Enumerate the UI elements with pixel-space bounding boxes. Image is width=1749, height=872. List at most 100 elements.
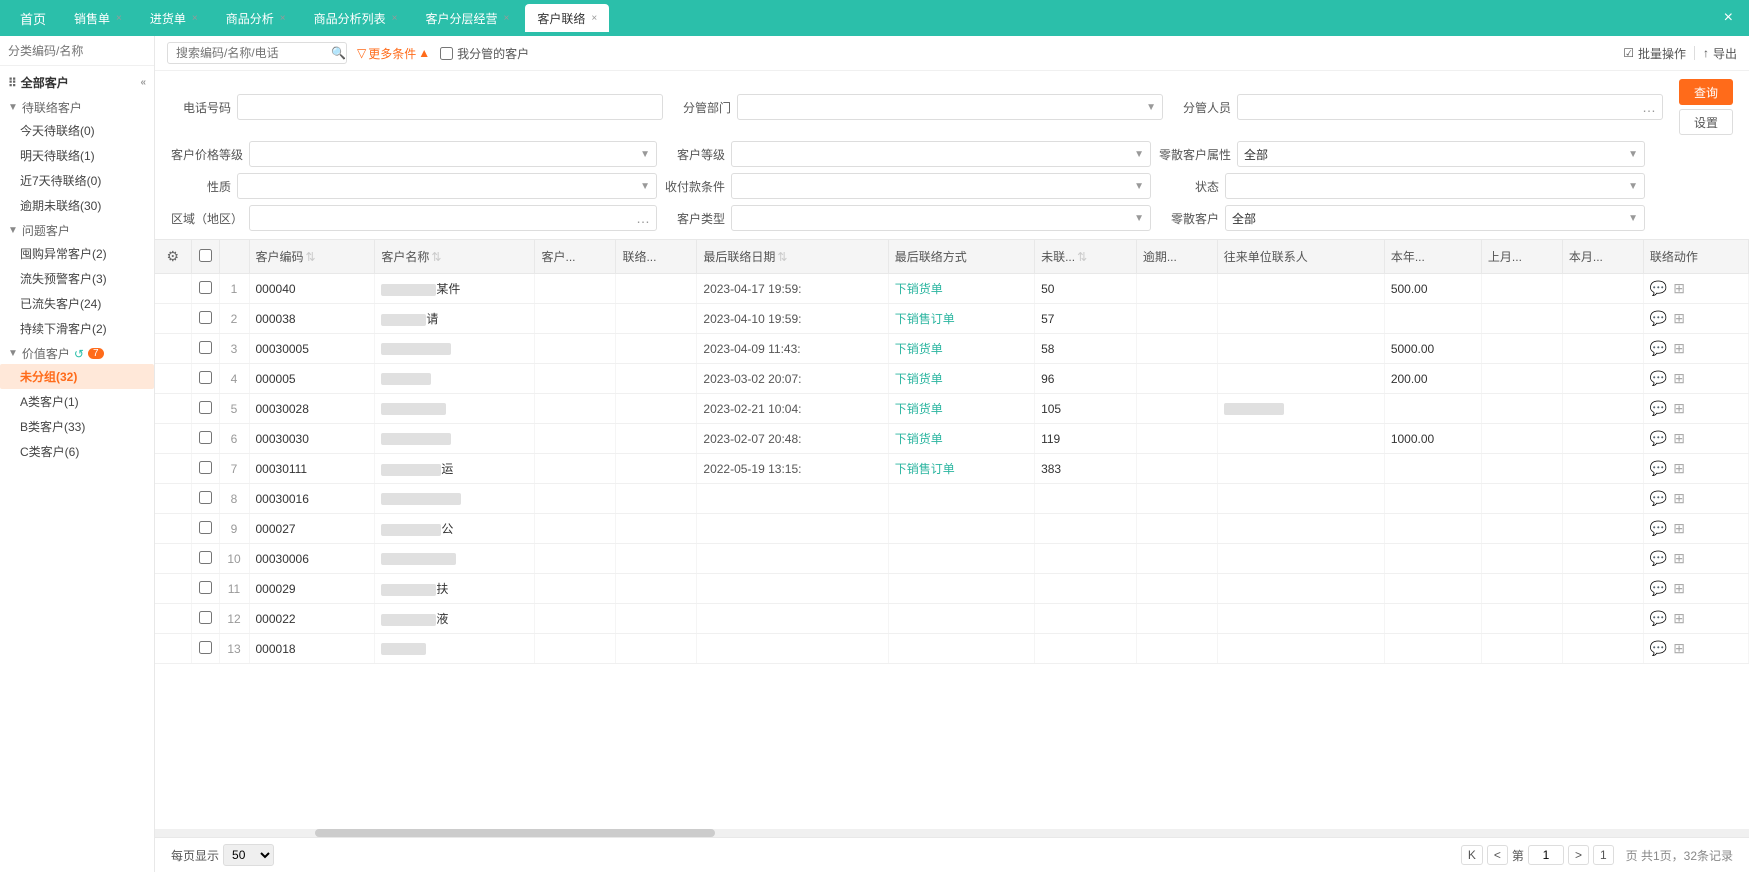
- comment-icon[interactable]: 💬: [1650, 580, 1667, 597]
- batch-ops-btn[interactable]: ☑ 批量操作: [1623, 45, 1686, 62]
- nav-tab-customer-segment[interactable]: 客户分层经营 ×: [413, 4, 521, 32]
- sidebar-search-input[interactable]: [8, 44, 155, 58]
- page-size-select[interactable]: 50 100 200: [223, 844, 274, 866]
- collapse-sidebar-icon[interactable]: «: [140, 77, 146, 88]
- page-number-input[interactable]: [1528, 845, 1564, 865]
- comment-icon[interactable]: 💬: [1650, 550, 1667, 567]
- my-customers-toggle[interactable]: 我分管的客户: [440, 45, 529, 62]
- qrcode-icon[interactable]: ⊞: [1673, 490, 1685, 507]
- close-tab-purchase[interactable]: ×: [192, 13, 198, 24]
- col-customer-name[interactable]: 客户名称⇅: [375, 240, 535, 274]
- row-checkbox[interactable]: [191, 424, 219, 454]
- sidebar-group-value[interactable]: ▼ 价值客户 ↺ 7: [0, 341, 154, 364]
- row-checkbox[interactable]: [191, 394, 219, 424]
- qrcode-icon[interactable]: ⊞: [1673, 370, 1685, 387]
- sidebar-item-overdue[interactable]: 逾期未联络(30): [0, 193, 154, 218]
- qrcode-icon[interactable]: ⊞: [1673, 580, 1685, 597]
- nav-tab-analysis-list[interactable]: 商品分析列表 ×: [302, 4, 410, 32]
- comment-icon[interactable]: 💬: [1650, 610, 1667, 627]
- comment-icon[interactable]: 💬: [1650, 460, 1667, 477]
- select-payment[interactable]: ▼: [731, 173, 1151, 199]
- last-page-btn[interactable]: 1: [1593, 845, 1614, 865]
- select-person[interactable]: …: [1237, 94, 1663, 120]
- settings-icon[interactable]: ⚙: [166, 248, 179, 264]
- close-tab-customer-segment[interactable]: ×: [503, 13, 509, 24]
- comment-icon[interactable]: 💬: [1650, 370, 1667, 387]
- horizontal-scrollbar[interactable]: [155, 829, 1749, 837]
- all-customers-header[interactable]: ⠿ 全部客户 «: [0, 66, 154, 95]
- row-checkbox[interactable]: [191, 454, 219, 484]
- comment-icon[interactable]: 💬: [1650, 430, 1667, 447]
- select-sparse[interactable]: 全部 ▼: [1225, 205, 1645, 231]
- row-checkbox[interactable]: [191, 274, 219, 304]
- sidebar-item-class-b[interactable]: B类客户(33): [0, 414, 154, 439]
- select-all-checkbox[interactable]: [199, 249, 212, 262]
- close-all-button[interactable]: ×: [1716, 9, 1741, 27]
- comment-icon[interactable]: 💬: [1650, 340, 1667, 357]
- col-no-contact[interactable]: 未联...⇅: [1035, 240, 1137, 274]
- row-checkbox[interactable]: [191, 544, 219, 574]
- sidebar-group-pending[interactable]: ▼ 待联络客户: [0, 95, 154, 118]
- qrcode-icon[interactable]: ⊞: [1673, 520, 1685, 537]
- search-button[interactable]: 查询: [1679, 79, 1733, 105]
- search-icon[interactable]: 🔍: [331, 46, 346, 60]
- prev-page-btn[interactable]: <: [1487, 845, 1508, 865]
- close-tab-analysis[interactable]: ×: [280, 13, 286, 24]
- nav-home[interactable]: 首页: [8, 4, 58, 32]
- comment-icon[interactable]: 💬: [1650, 640, 1667, 657]
- search-input[interactable]: [176, 46, 331, 60]
- select-price-level[interactable]: ▼: [249, 141, 657, 167]
- sidebar-item-today[interactable]: 今天待联络(0): [0, 118, 154, 143]
- sidebar-item-abnormal[interactable]: 囤购异常客户(2): [0, 241, 154, 266]
- scrollbar-thumb[interactable]: [315, 829, 715, 837]
- sidebar-item-churned[interactable]: 已流失客户(24): [0, 291, 154, 316]
- sidebar-item-class-a[interactable]: A类客户(1): [0, 389, 154, 414]
- sidebar-item-ungrouped[interactable]: 未分组(32): [0, 364, 154, 389]
- qrcode-icon[interactable]: ⊞: [1673, 460, 1685, 477]
- sidebar-item-churn-warning[interactable]: 流失预警客户(3): [0, 266, 154, 291]
- col-settings[interactable]: ⚙: [155, 240, 191, 274]
- sidebar-item-7days[interactable]: 近7天待联络(0): [0, 168, 154, 193]
- sidebar-item-class-c[interactable]: C类客户(6): [0, 439, 154, 464]
- select-dept[interactable]: ▼: [737, 94, 1163, 120]
- row-checkbox[interactable]: [191, 484, 219, 514]
- nav-tab-sales[interactable]: 销售单 ×: [62, 4, 134, 32]
- row-checkbox[interactable]: [191, 574, 219, 604]
- next-page-btn[interactable]: >: [1568, 845, 1589, 865]
- comment-icon[interactable]: 💬: [1650, 400, 1667, 417]
- nav-tab-analysis[interactable]: 商品分析 ×: [214, 4, 298, 32]
- select-status[interactable]: ▼: [1225, 173, 1645, 199]
- dots-person[interactable]: …: [1642, 99, 1656, 115]
- row-checkbox[interactable]: [191, 604, 219, 634]
- more-conditions-btn[interactable]: ▽ 更多条件 ▲: [357, 45, 430, 62]
- reset-button[interactable]: 设置: [1679, 109, 1733, 135]
- col-customer-code[interactable]: 客户编码⇅: [249, 240, 375, 274]
- row-checkbox[interactable]: [191, 634, 219, 664]
- close-tab-analysis-list[interactable]: ×: [392, 13, 398, 24]
- row-checkbox[interactable]: [191, 514, 219, 544]
- close-tab-sales[interactable]: ×: [116, 13, 122, 24]
- qrcode-icon[interactable]: ⊞: [1673, 550, 1685, 567]
- comment-icon[interactable]: 💬: [1650, 520, 1667, 537]
- qrcode-icon[interactable]: ⊞: [1673, 640, 1685, 657]
- export-btn[interactable]: ↑ 导出: [1703, 45, 1737, 62]
- input-phone[interactable]: [237, 94, 663, 120]
- qrcode-icon[interactable]: ⊞: [1673, 430, 1685, 447]
- my-customers-checkbox[interactable]: [440, 47, 453, 60]
- select-sparse-attr[interactable]: 全部 ▼: [1237, 141, 1645, 167]
- row-checkbox[interactable]: [191, 334, 219, 364]
- select-nature[interactable]: ▼: [237, 173, 657, 199]
- qrcode-icon[interactable]: ⊞: [1673, 610, 1685, 627]
- comment-icon[interactable]: 💬: [1650, 280, 1667, 297]
- select-region[interactable]: …: [249, 205, 657, 231]
- sidebar-group-problem[interactable]: ▼ 问题客户: [0, 218, 154, 241]
- nav-tab-customer-contact[interactable]: 客户联络 ×: [525, 4, 609, 32]
- first-page-btn[interactable]: K: [1461, 845, 1483, 865]
- qrcode-icon[interactable]: ⊞: [1673, 310, 1685, 327]
- nav-tab-purchase[interactable]: 进货单 ×: [138, 4, 210, 32]
- sidebar-item-declining[interactable]: 持续下滑客户(2): [0, 316, 154, 341]
- col-select-all[interactable]: [191, 240, 219, 274]
- row-checkbox[interactable]: [191, 304, 219, 334]
- dots-region[interactable]: …: [636, 210, 650, 226]
- comment-icon[interactable]: 💬: [1650, 490, 1667, 507]
